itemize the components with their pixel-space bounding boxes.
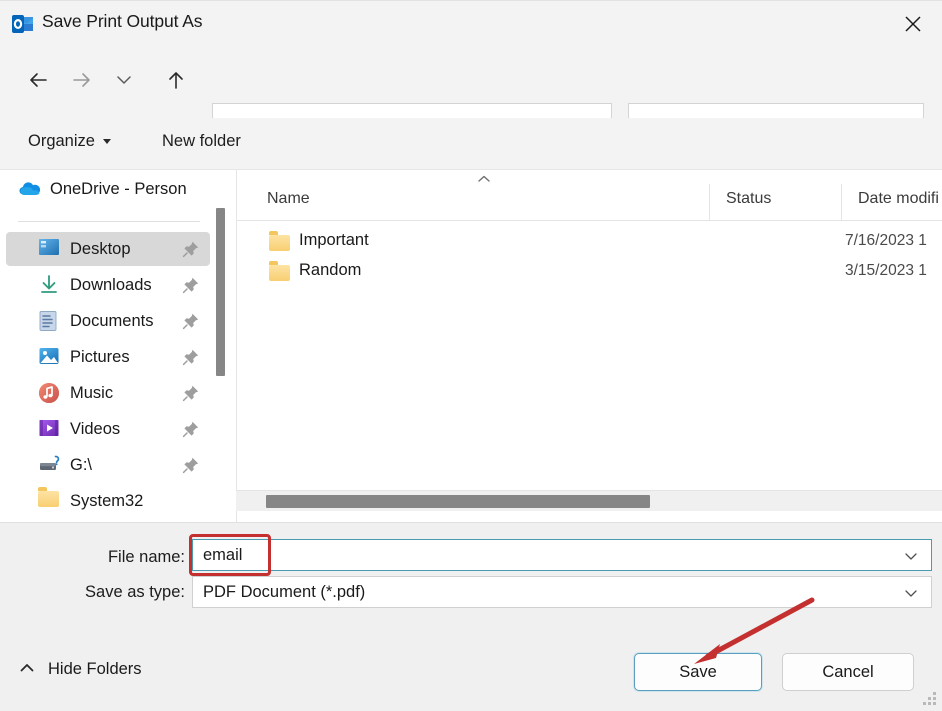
navigation-pane: OneDrive - Person Desktop Downloads Docu… [0,170,220,523]
save-as-type-select[interactable]: PDF Document (*.pdf) [192,576,932,608]
table-row[interactable]: Important 7/16/2023 1 [237,229,942,257]
pin-icon[interactable] [182,456,200,479]
sidebar-item-label: Desktop [70,239,131,258]
file-date-cell: 3/15/2023 1 [845,262,927,279]
column-header-name[interactable]: Name [267,184,310,220]
hide-folders-button[interactable]: Hide Folders [18,660,142,679]
pictures-icon [38,346,60,368]
file-name-cell: Important [299,231,369,249]
desktop-icon [38,238,60,260]
sidebar-item-label: Pictures [70,347,130,366]
close-icon[interactable] [884,1,942,46]
pin-icon[interactable] [182,384,200,407]
sidebar-item-label: Downloads [70,275,152,294]
chevron-down-icon[interactable] [903,586,919,605]
sidebar-scrollbar-thumb[interactable] [216,208,225,376]
arrow-right-icon [62,60,102,100]
organize-button[interactable]: Organize [28,132,111,151]
sidebar-item-label: System32 [70,491,144,510]
pin-icon[interactable] [182,420,200,443]
sidebar-item-onedrive[interactable]: OneDrive - Person [6,172,210,206]
sidebar-scrollbar[interactable] [215,170,227,523]
content-area: OneDrive - Person Desktop Downloads Docu… [0,169,942,523]
sidebar-item-downloads[interactable]: Downloads [6,268,210,302]
command-bar: Organize New folder ? [0,118,942,276]
pin-icon[interactable] [182,276,200,299]
outlook-icon [12,13,34,35]
sidebar-item-documents[interactable]: Documents [6,304,210,338]
sidebar-item-drive-g[interactable]: G:\ [6,448,210,482]
folder-icon [38,490,60,512]
file-name-input[interactable]: email [192,539,932,571]
hide-folders-label: Hide Folders [48,660,142,678]
title-bar: Save Print Output As [0,0,942,47]
onedrive-icon [18,178,41,200]
sidebar-item-label: Documents [70,311,154,330]
resize-grip[interactable] [923,692,937,706]
column-headers: Name Status Date modifi [237,184,942,221]
caret-down-icon [102,139,111,144]
new-folder-button[interactable]: New folder [162,132,241,151]
sidebar-item-label: Music [70,383,114,402]
file-name-label: File name: [107,548,185,566]
videos-icon [38,418,60,440]
organize-label: Organize [28,132,95,150]
file-name-cell: Random [299,261,362,279]
sidebar-item-desktop[interactable]: Desktop [6,232,210,266]
chevron-down-icon[interactable] [104,60,144,100]
music-icon [38,382,60,404]
downloads-icon [38,274,60,296]
sidebar-divider [18,221,200,222]
file-list-horizontal-scrollbar[interactable] [236,490,942,511]
drive-icon [38,454,60,476]
window-title: Save Print Output As [42,11,203,31]
file-date-cell: 7/16/2023 1 [845,232,927,249]
documents-icon [38,310,60,332]
pin-icon[interactable] [182,348,200,371]
sidebar-item-label: G:\ [70,455,93,474]
sidebar-item-videos[interactable]: Videos [6,412,210,446]
save-print-output-dialog: Save Print Output As Organize New folder… [0,0,942,711]
column-header-date[interactable]: Date modifi [841,184,939,220]
navigation-bar: › One... › Deskt... › Search Desktop [0,46,942,152]
sidebar-item-system32[interactable]: System32 [6,484,210,518]
file-list-pane: Name Status Date modifi Important 7/16/2… [236,170,942,523]
horizontal-scrollbar-thumb[interactable] [266,495,650,508]
arrow-up-icon[interactable] [156,60,196,100]
save-as-type-value: PDF Document (*.pdf) [203,582,366,601]
sidebar-item-label: Videos [70,419,121,438]
pin-icon[interactable] [182,240,200,263]
column-header-status[interactable]: Status [709,184,771,220]
arrow-left-icon[interactable] [18,60,58,100]
sidebar-item-music[interactable]: Music [6,376,210,410]
chevron-down-icon[interactable] [903,549,919,568]
pin-icon[interactable] [182,312,200,335]
table-row[interactable]: Random 3/15/2023 1 [237,259,942,287]
chevron-up-icon [18,661,36,679]
save-as-type-label: Save as type: [85,583,185,601]
save-button[interactable]: Save [634,653,762,691]
sidebar-item-label: OneDrive - Person [50,179,187,198]
file-name-value: email [203,545,243,564]
sidebar-item-pictures[interactable]: Pictures [6,340,210,374]
cancel-button[interactable]: Cancel [782,653,914,691]
